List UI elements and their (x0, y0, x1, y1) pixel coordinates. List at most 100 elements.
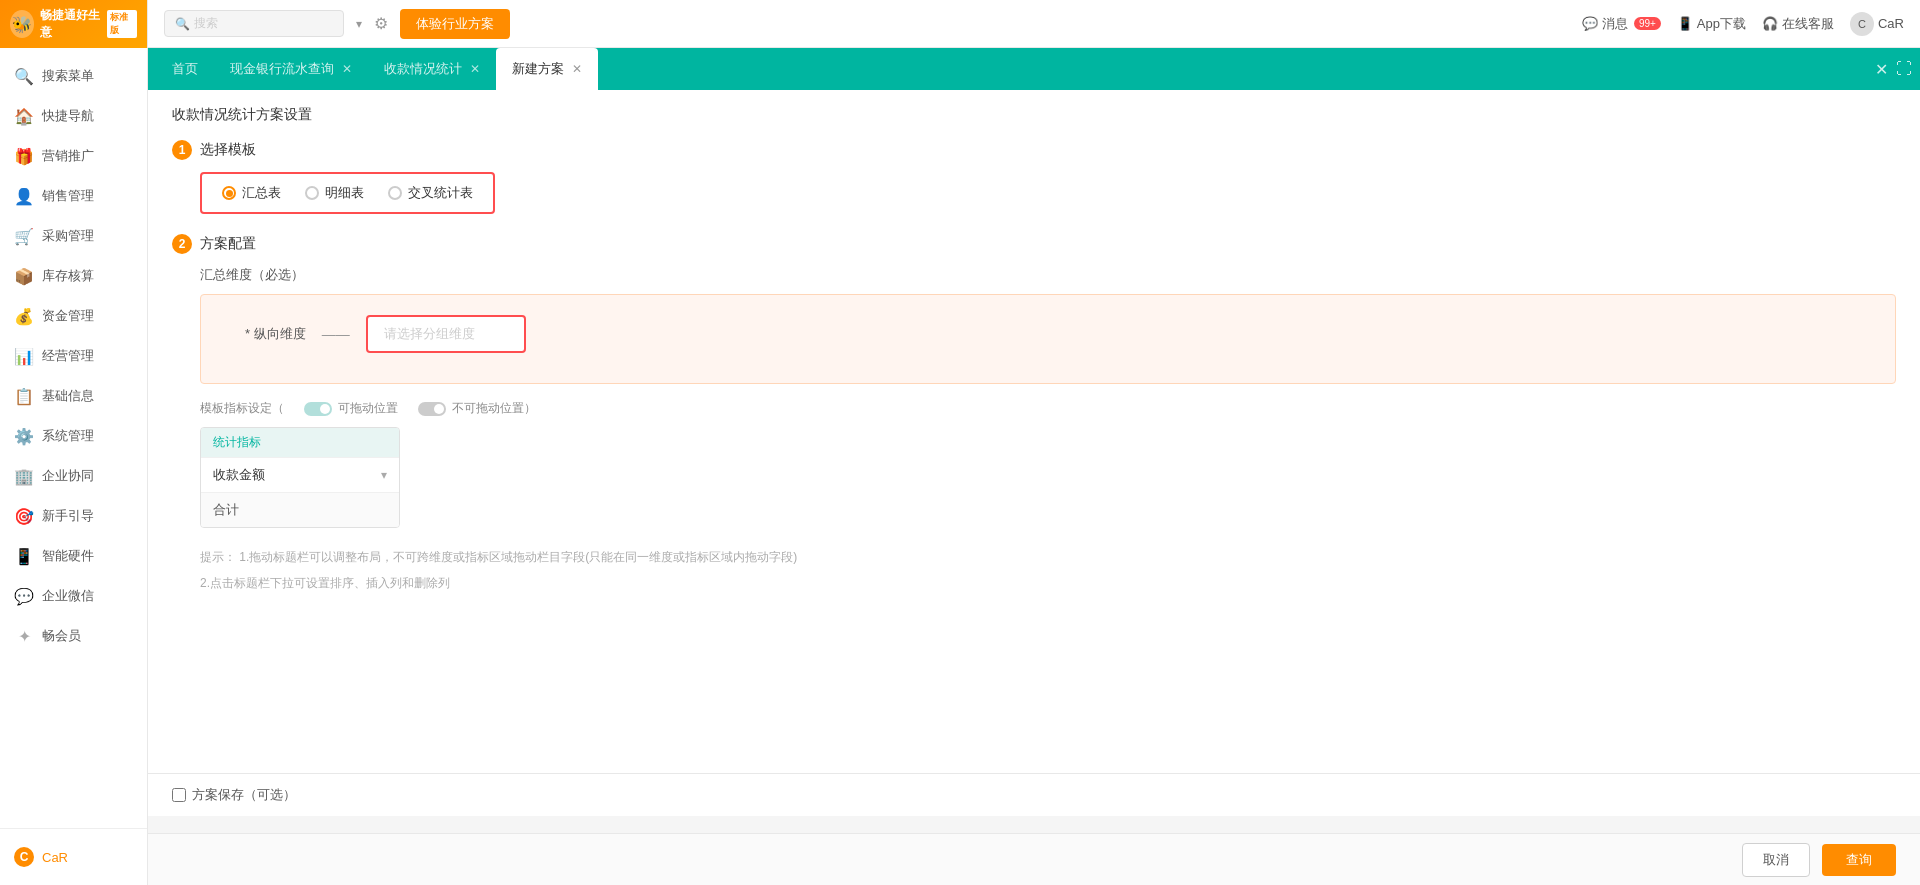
tab-bank-query[interactable]: 现金银行流水查询 ✕ (214, 48, 368, 90)
save-checkbox[interactable] (172, 788, 186, 802)
header-search-placeholder: 搜索 (194, 15, 218, 32)
user-avatar-small: C (1850, 12, 1874, 36)
legend-not-draggable-label: 不可拖动位置） (452, 400, 536, 417)
radio-detail-btn[interactable] (305, 186, 319, 200)
tab-new-plan[interactable]: 新建方案 ✕ (496, 48, 598, 90)
radio-summary[interactable]: 汇总表 (222, 184, 281, 202)
header-right: 💬 消息 99+ 📱 App下载 🎧 在线客服 C CaR (1582, 12, 1904, 36)
tab-close-all-icon[interactable]: ✕ (1875, 60, 1888, 79)
gift-icon: 🎁 (14, 146, 34, 166)
radio-summary-btn[interactable] (222, 186, 236, 200)
search-icon: 🔍 (14, 66, 34, 86)
sidebar-item-label: 畅会员 (42, 627, 81, 645)
sidebar-item-finance[interactable]: 💰 资金管理 (0, 296, 147, 336)
main: 🔍 搜索 ▾ ⚙ 体验行业方案 💬 消息 99+ 📱 App下载 🎧 在线客服 (148, 0, 1920, 885)
header: 🔍 搜索 ▾ ⚙ 体验行业方案 💬 消息 99+ 📱 App下载 🎧 在线客服 (148, 0, 1920, 48)
section2-label: 方案配置 (200, 235, 256, 253)
sidebar-item-label: 营销推广 (42, 147, 94, 165)
notification-badge: 99+ (1634, 17, 1661, 30)
tab-home[interactable]: 首页 (156, 48, 214, 90)
tab-new-plan-close[interactable]: ✕ (572, 62, 582, 76)
bottom-bar: 取消 查询 (148, 833, 1920, 885)
query-button[interactable]: 查询 (1822, 844, 1896, 876)
tab-receipt-stats[interactable]: 收款情况统计 ✕ (368, 48, 496, 90)
member-icon: ✦ (14, 626, 34, 646)
sidebar-item-search[interactable]: 🔍 搜索菜单 (0, 56, 147, 96)
sidebar-item-basic-info[interactable]: 📋 基础信息 (0, 376, 147, 416)
tab-bank-query-close[interactable]: ✕ (342, 62, 352, 76)
avatar-icon: C (14, 847, 34, 867)
download-label: App下载 (1697, 15, 1746, 33)
indicator-cell-label: 收款金额 (213, 466, 265, 484)
dimension-arrow: —— (322, 326, 350, 342)
sidebar-item-enterprise[interactable]: 🏢 企业协同 (0, 456, 147, 496)
sidebar-item-quick-nav[interactable]: 🏠 快捷导航 (0, 96, 147, 136)
section1-num: 1 (172, 140, 192, 160)
indicator-footer: 合计 (201, 492, 399, 527)
sidebar-item-member[interactable]: ✦ 畅会员 (0, 616, 147, 656)
header-chevron-icon[interactable]: ▾ (356, 17, 362, 31)
tip-line-2: 2.点击标题栏下拉可设置排序、插入列和删除列 (200, 573, 1896, 595)
indicator-grid: 统计指标 收款金额 ▾ 合计 (200, 427, 400, 528)
cancel-button[interactable]: 取消 (1742, 843, 1810, 877)
sidebar-item-avatar[interactable]: C CaR (0, 837, 147, 877)
radio-cross-btn[interactable] (388, 186, 402, 200)
header-gear-icon[interactable]: ⚙ (374, 14, 388, 33)
sidebar-item-guide[interactable]: 🎯 新手引导 (0, 496, 147, 536)
dimension-input[interactable]: 请选择分组维度 (366, 315, 526, 353)
sidebar-item-marketing[interactable]: 🎁 营销推广 (0, 136, 147, 176)
industry-btn[interactable]: 体验行业方案 (400, 9, 510, 39)
indicator-section: 模板指标设定（ 可拖动位置 不可拖动位置） 统计指标 (200, 400, 1896, 531)
dimension-row: * 纵向维度 —— 请选择分组维度 (225, 315, 1871, 353)
section2-num: 2 (172, 234, 192, 254)
download-icon: 📱 (1677, 16, 1693, 31)
tab-receipt-stats-label: 收款情况统计 (384, 60, 462, 78)
radio-cross-label: 交叉统计表 (408, 184, 473, 202)
indicator-cell-amount[interactable]: 收款金额 ▾ (201, 457, 399, 492)
legend-draggable-item: 可拖动位置 (304, 400, 398, 417)
sidebar-item-label: 搜索菜单 (42, 67, 94, 85)
tab-bank-query-label: 现金银行流水查询 (230, 60, 334, 78)
money-icon: 💰 (14, 306, 34, 326)
sidebar-item-label: 快捷导航 (42, 107, 94, 125)
download-item[interactable]: 📱 App下载 (1677, 15, 1746, 33)
tab-receipt-stats-close[interactable]: ✕ (470, 62, 480, 76)
tab-home-label: 首页 (172, 60, 198, 78)
sidebar-item-label: 经营管理 (42, 347, 94, 365)
target-icon: 🎯 (14, 506, 34, 526)
radio-cross[interactable]: 交叉统计表 (388, 184, 473, 202)
sidebar-nav: 🔍 搜索菜单 🏠 快捷导航 🎁 营销推广 👤 销售管理 🛒 采购管理 📦 库存核… (0, 48, 147, 828)
sidebar-item-system[interactable]: ⚙️ 系统管理 (0, 416, 147, 456)
sidebar-item-operations[interactable]: 📊 经营管理 (0, 336, 147, 376)
legend-not-draggable-toggle (418, 402, 446, 416)
cell-chevron-icon[interactable]: ▾ (381, 468, 387, 482)
radio-detail[interactable]: 明细表 (305, 184, 364, 202)
sidebar-item-inventory[interactable]: 📦 库存核算 (0, 256, 147, 296)
sidebar-item-label: 企业微信 (42, 587, 94, 605)
sidebar-item-wechat[interactable]: 💬 企业微信 (0, 576, 147, 616)
tab-expand-icon[interactable]: ⛶ (1896, 60, 1912, 78)
header-search-box[interactable]: 🔍 搜索 (164, 10, 344, 37)
notification-item[interactable]: 💬 消息 99+ (1582, 15, 1661, 33)
content-inner: 收款情况统计方案设置 1 选择模板 汇总表 明细表 (148, 90, 1920, 773)
chart-icon: 📊 (14, 346, 34, 366)
sidebar-item-label: 采购管理 (42, 227, 94, 245)
building-icon: 🏢 (14, 466, 34, 486)
radio-detail-label: 明细表 (325, 184, 364, 202)
sidebar-item-hardware[interactable]: 📱 智能硬件 (0, 536, 147, 576)
logo-icon: 🐝 (10, 10, 34, 38)
service-item[interactable]: 🎧 在线客服 (1762, 15, 1834, 33)
save-section: 方案保存（可选） (148, 773, 1920, 816)
sidebar-item-purchase[interactable]: 🛒 采购管理 (0, 216, 147, 256)
sidebar-username: CaR (42, 850, 68, 865)
clipboard-icon: 📋 (14, 386, 34, 406)
header-search-icon: 🔍 (175, 17, 190, 31)
sidebar-bottom: C CaR (0, 828, 147, 885)
tip-line-1: 提示： 1.拖动标题栏可以调整布局，不可跨维度或指标区域拖动栏目字段(只能在同一… (200, 547, 1896, 569)
sidebar-item-label: 资金管理 (42, 307, 94, 325)
user-profile-item[interactable]: C CaR (1850, 12, 1904, 36)
sidebar-item-sales[interactable]: 👤 销售管理 (0, 176, 147, 216)
sidebar-item-label: 基础信息 (42, 387, 94, 405)
sidebar: 🐝 畅捷通好生意 标准版 🔍 搜索菜单 🏠 快捷导航 🎁 营销推广 👤 销售管理… (0, 0, 148, 885)
page-title: 收款情况统计方案设置 (172, 106, 1896, 124)
